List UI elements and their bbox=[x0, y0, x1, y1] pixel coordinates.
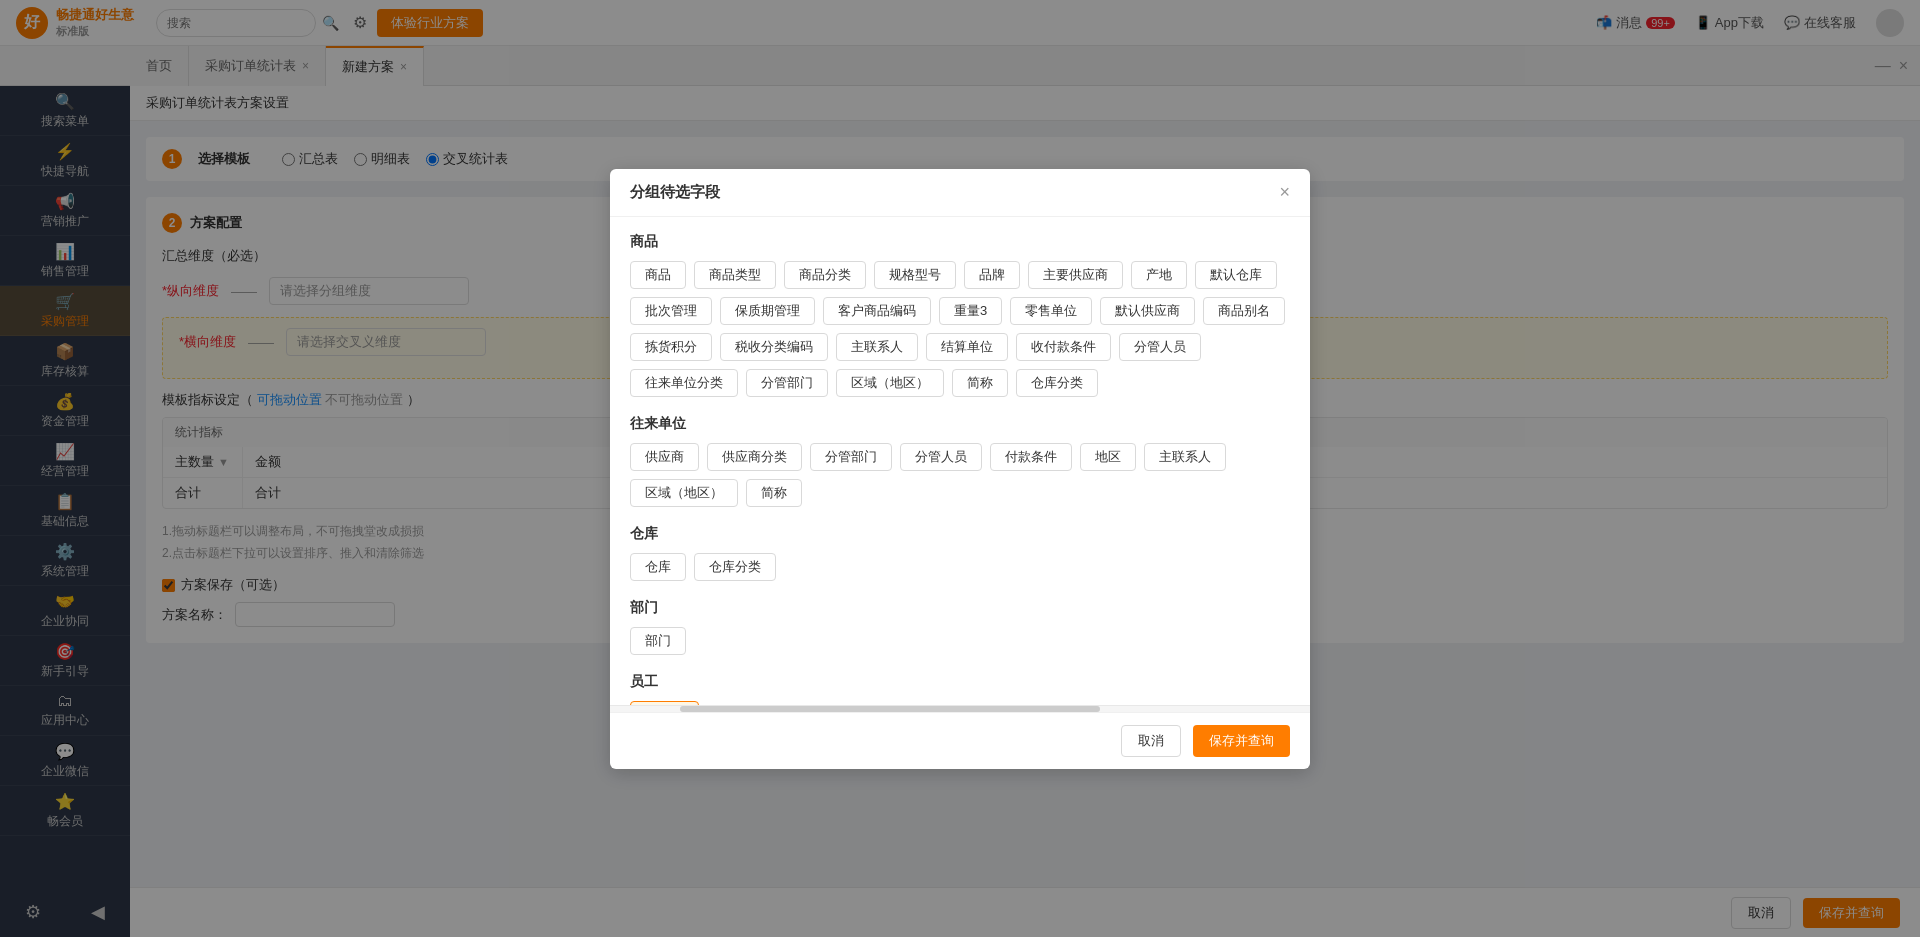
dept-field-tags: 部门 bbox=[630, 627, 1290, 655]
field-tag-region2[interactable]: 区域（地区） bbox=[630, 479, 738, 507]
field-tag-supplier-category[interactable]: 供应商分类 bbox=[707, 443, 802, 471]
field-tag-region[interactable]: 区域（地区） bbox=[836, 369, 944, 397]
field-tag-supplier[interactable]: 供应商 bbox=[630, 443, 699, 471]
dept-section-title: 部门 bbox=[630, 599, 1290, 617]
goods-section: 商品 商品 商品类型 商品分类 规格型号 品牌 主要供应商 产地 默认仓库 批次… bbox=[630, 233, 1290, 397]
field-tag-default-supplier[interactable]: 默认供应商 bbox=[1100, 297, 1195, 325]
field-tag-alias[interactable]: 商品别名 bbox=[1203, 297, 1285, 325]
modal-header: 分组待选字段 × bbox=[610, 169, 1310, 217]
field-tag-tax-code[interactable]: 税收分类编码 bbox=[720, 333, 828, 361]
partner-field-tags: 供应商 供应商分类 分管部门 分管人员 付款条件 地区 主联系人 区域（地区） … bbox=[630, 443, 1290, 507]
goods-field-tags: 商品 商品类型 商品分类 规格型号 品牌 主要供应商 产地 默认仓库 批次管理 … bbox=[630, 261, 1290, 397]
field-tag-warehouse-category[interactable]: 仓库分类 bbox=[694, 553, 776, 581]
modal-title: 分组待选字段 bbox=[630, 183, 720, 202]
field-tag-partner-manager[interactable]: 分管人员 bbox=[900, 443, 982, 471]
field-tag-spec[interactable]: 规格型号 bbox=[874, 261, 956, 289]
field-tag-goods[interactable]: 商品 bbox=[630, 261, 686, 289]
field-tag-partner-category[interactable]: 往来单位分类 bbox=[630, 369, 738, 397]
modal-horizontal-scrollbar[interactable] bbox=[610, 705, 1310, 712]
field-tag-main-contact2[interactable]: 主联系人 bbox=[1144, 443, 1226, 471]
modal-overlay: 分组待选字段 × 商品 商品 商品类型 商品分类 规格型号 品牌 主要供应商 产… bbox=[0, 0, 1920, 937]
field-tag-area[interactable]: 地区 bbox=[1080, 443, 1136, 471]
dept-section: 部门 部门 bbox=[630, 599, 1290, 655]
field-tag-default-warehouse[interactable]: 默认仓库 bbox=[1195, 261, 1277, 289]
partner-section: 往来单位 供应商 供应商分类 分管部门 分管人员 付款条件 地区 主联系人 区域… bbox=[630, 415, 1290, 507]
field-tag-manager[interactable]: 分管人员 bbox=[1119, 333, 1201, 361]
modal-close-button[interactable]: × bbox=[1279, 183, 1290, 201]
field-tag-settlement-unit[interactable]: 结算单位 bbox=[926, 333, 1008, 361]
field-tag-short-name2[interactable]: 简称 bbox=[746, 479, 802, 507]
modal-dialog: 分组待选字段 × 商品 商品 商品类型 商品分类 规格型号 品牌 主要供应商 产… bbox=[610, 169, 1310, 769]
warehouse-section-title: 仓库 bbox=[630, 525, 1290, 543]
field-tag-origin[interactable]: 产地 bbox=[1131, 261, 1187, 289]
field-tag-warehouse[interactable]: 仓库 bbox=[630, 553, 686, 581]
warehouse-section: 仓库 仓库 仓库分类 bbox=[630, 525, 1290, 581]
employee-section-title: 员工 bbox=[630, 673, 1290, 691]
field-tag-warehouse-cat[interactable]: 仓库分类 bbox=[1016, 369, 1098, 397]
field-tag-goods-category[interactable]: 商品分类 bbox=[784, 261, 866, 289]
field-tag-short-name[interactable]: 简称 bbox=[952, 369, 1008, 397]
field-tag-pick-points[interactable]: 拣货积分 bbox=[630, 333, 712, 361]
field-tag-pay-term[interactable]: 付款条件 bbox=[990, 443, 1072, 471]
modal-cancel-button[interactable]: 取消 bbox=[1121, 725, 1181, 757]
field-tag-weight3[interactable]: 重量3 bbox=[939, 297, 1002, 325]
field-tag-batch[interactable]: 批次管理 bbox=[630, 297, 712, 325]
employee-section: 员工 业务员 bbox=[630, 673, 1290, 705]
modal-save-button[interactable]: 保存并查询 bbox=[1193, 725, 1290, 757]
field-tag-goods-type[interactable]: 商品类型 bbox=[694, 261, 776, 289]
field-tag-dept[interactable]: 分管部门 bbox=[746, 369, 828, 397]
field-tag-retail-unit[interactable]: 零售单位 bbox=[1010, 297, 1092, 325]
modal-footer: 取消 保存并查询 bbox=[610, 712, 1310, 769]
field-tag-customer-code[interactable]: 客户商品编码 bbox=[823, 297, 931, 325]
field-tag-expiry[interactable]: 保质期管理 bbox=[720, 297, 815, 325]
modal-body: 商品 商品 商品类型 商品分类 规格型号 品牌 主要供应商 产地 默认仓库 批次… bbox=[610, 217, 1310, 705]
field-tag-department[interactable]: 部门 bbox=[630, 627, 686, 655]
warehouse-field-tags: 仓库 仓库分类 bbox=[630, 553, 1290, 581]
field-tag-brand[interactable]: 品牌 bbox=[964, 261, 1020, 289]
field-tag-payment-term[interactable]: 收付款条件 bbox=[1016, 333, 1111, 361]
field-tag-main-contact[interactable]: 主联系人 bbox=[836, 333, 918, 361]
field-tag-main-supplier[interactable]: 主要供应商 bbox=[1028, 261, 1123, 289]
partner-section-title: 往来单位 bbox=[630, 415, 1290, 433]
field-tag-partner-dept[interactable]: 分管部门 bbox=[810, 443, 892, 471]
goods-section-title: 商品 bbox=[630, 233, 1290, 251]
